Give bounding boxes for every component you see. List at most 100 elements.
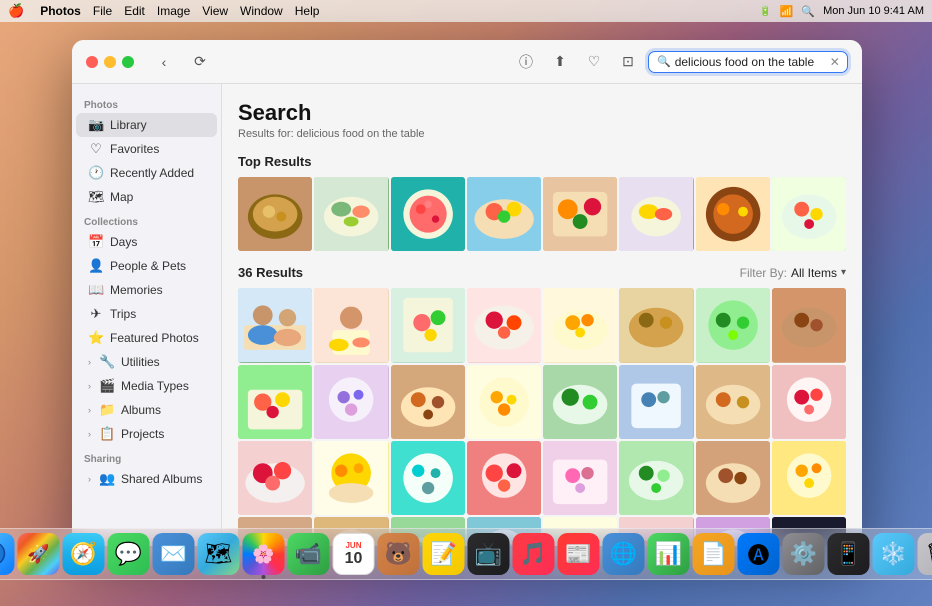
photo-top-3[interactable] [391,177,465,251]
photo-r2c5[interactable] [543,365,617,439]
sidebar-group-utilities[interactable]: › 🔧 Utilities [76,350,217,374]
search-bar[interactable]: 🔍 ✕ [648,51,848,73]
photo-r2c3[interactable] [391,365,465,439]
favorites-icon: ♡ [88,141,104,157]
photo-top-7[interactable] [696,177,770,251]
photo-r2c1[interactable] [238,365,312,439]
photo-r3c2[interactable] [314,441,388,515]
photo-r1c8[interactable] [772,288,846,362]
dock-item-maps[interactable]: 🗺 [198,533,240,575]
rotate-button[interactable]: ⟳ [186,51,214,73]
back-button[interactable]: ‹ [150,51,178,73]
dock-item-arctic[interactable]: ❄️ [873,533,915,575]
photo-r1c6[interactable] [619,288,693,362]
titlebar-icons: ⓘ ⬆ ♡ ⊡ 🔍 ✕ [512,51,848,73]
photo-r2c4[interactable] [467,365,541,439]
photos-indicator [262,575,266,579]
photo-top-4[interactable] [467,177,541,251]
photo-r1c1[interactable] [238,288,312,362]
dock-item-appstore[interactable]: 🅐 [738,533,780,575]
photo-top-2[interactable] [314,177,388,251]
menubar-file[interactable]: File [93,4,112,18]
photo-r3c7[interactable] [696,441,770,515]
dock-item-trash[interactable]: 🗑 [918,533,932,575]
sidebar-item-featured[interactable]: ⭐ Featured Photos [76,326,217,350]
info-button[interactable]: ⓘ [512,51,540,73]
results-grid [238,288,846,546]
photo-top-8[interactable] [772,177,846,251]
map-icon: 🗺 [88,189,104,205]
dock-item-pages[interactable]: 📄 [693,533,735,575]
photo-r3c6[interactable] [619,441,693,515]
clear-search-button[interactable]: ✕ [830,55,840,69]
dock-item-finder[interactable]: 🔵 [0,533,15,575]
photo-r3c8[interactable] [772,441,846,515]
sidebar-item-days[interactable]: 📅 Days [76,230,217,254]
sidebar-item-library[interactable]: 📷 Library [76,113,217,137]
dock-item-messages[interactable]: 💬 [108,533,150,575]
dock-item-iphone[interactable]: 📱 [828,533,870,575]
menubar-edit[interactable]: Edit [124,4,145,18]
photo-r2c8[interactable] [772,365,846,439]
dock-item-notes[interactable]: 📝 [423,533,465,575]
dock-item-calendar[interactable]: JUN 10 [333,533,375,575]
dock-item-bear[interactable]: 🐻 [378,533,420,575]
menubar-search[interactable]: 🔍 [801,5,815,18]
menubar-view[interactable]: View [202,4,228,18]
heart-button[interactable]: ♡ [580,51,608,73]
dock-item-appletv[interactable]: 📺 [468,533,510,575]
photo-r3c1[interactable] [238,441,312,515]
sidebar-section-collections: Collections [72,209,221,230]
menubar-app-name[interactable]: Photos [40,4,81,18]
menubar-window[interactable]: Window [240,4,283,18]
dock-item-facetime[interactable]: 📹 [288,533,330,575]
dock-item-translate[interactable]: 🌐 [603,533,645,575]
sidebar-item-people-pets[interactable]: 👤 People & Pets [76,254,217,278]
minimize-button[interactable] [104,56,116,68]
dock-item-photos[interactable]: 🌸 [243,533,285,575]
sidebar-group-projects[interactable]: › 📋 Projects [76,422,217,446]
photo-r2c7[interactable] [696,365,770,439]
photo-r1c2[interactable] [314,288,388,362]
sidebar-item-favorites[interactable]: ♡ Favorites [76,137,217,161]
dock-item-safari[interactable]: 🧭 [63,533,105,575]
menubar-help[interactable]: Help [295,4,320,18]
photo-r1c7[interactable] [696,288,770,362]
sidebar-section-sharing: Sharing [72,446,221,467]
search-input[interactable] [675,55,830,69]
sidebar-item-map[interactable]: 🗺 Map [76,185,217,209]
sidebar-label-media-types: Media Types [121,379,189,393]
menubar-image[interactable]: Image [157,4,190,18]
photo-r2c2[interactable] [314,365,388,439]
crop-button[interactable]: ⊡ [614,51,642,73]
photo-r3c4[interactable] [467,441,541,515]
photo-r3c5[interactable] [543,441,617,515]
dock-item-news[interactable]: 📰 [558,533,600,575]
photo-r1c5[interactable] [543,288,617,362]
share-button[interactable]: ⬆ [546,51,574,73]
photo-r1c4[interactable] [467,288,541,362]
apple-menu[interactable]: 🍎 [8,3,24,19]
dock-item-sysprefs[interactable]: ⚙️ [783,533,825,575]
photo-r3c3[interactable] [391,441,465,515]
photo-r1c3[interactable] [391,288,465,362]
maps-icon: 🗺 [205,541,233,567]
photo-top-6[interactable] [619,177,693,251]
sidebar-group-shared-albums[interactable]: › 👥 Shared Albums [76,467,217,491]
close-button[interactable] [86,56,98,68]
photo-r2c6[interactable] [619,365,693,439]
sidebar-item-memories[interactable]: 📖 Memories [76,278,217,302]
photo-top-5[interactable] [543,177,617,251]
photo-top-1[interactable] [238,177,312,251]
dock-item-launchpad[interactable]: 🚀 [18,533,60,575]
dock-item-numbers[interactable]: 📊 [648,533,690,575]
dock-item-music[interactable]: 🎵 [513,533,555,575]
sidebar-group-media-types[interactable]: › 🎬 Media Types [76,374,217,398]
dock-item-mail[interactable]: ✉️ [153,533,195,575]
fullscreen-button[interactable] [122,56,134,68]
chevron-right-icon-3: › [88,405,91,415]
filter-button[interactable]: Filter By: All Items ▾ [740,266,846,280]
sidebar-item-recently-added[interactable]: 🕐 Recently Added [76,161,217,185]
sidebar-group-albums[interactable]: › 📁 Albums [76,398,217,422]
sidebar-item-trips[interactable]: ✈ Trips [76,302,217,326]
